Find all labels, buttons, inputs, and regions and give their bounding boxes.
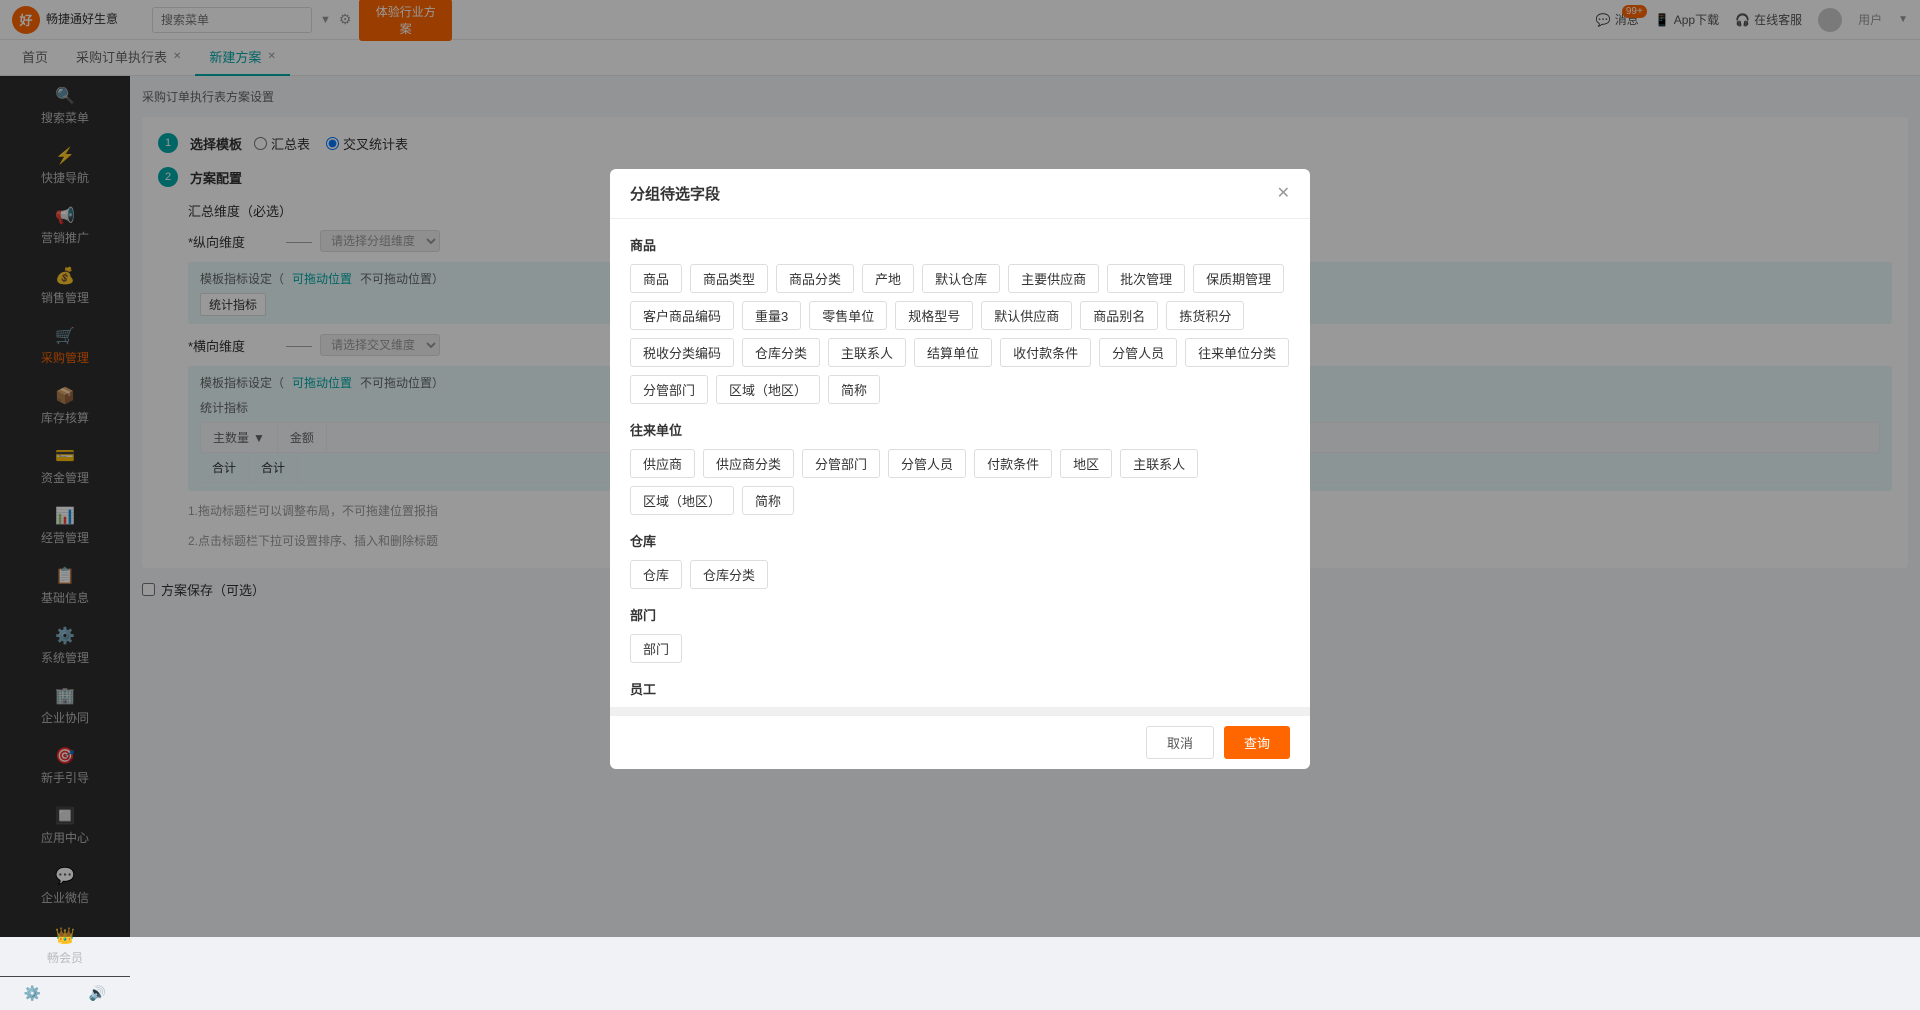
field-chip-dept-mgr2[interactable]: 分管部门 [630,375,708,404]
field-chip-default-warehouse[interactable]: 默认仓库 [922,264,1000,293]
cancel-button[interactable]: 取消 [1146,726,1214,759]
category-department-title: 部门 [630,605,1290,624]
category-goods-title: 商品 [630,235,1290,254]
category-partner-title: 往来单位 [630,420,1290,439]
modal-close-button[interactable]: ✕ [1277,183,1290,203]
department-chips: 部门 [630,634,1290,663]
field-chip-main-supplier[interactable]: 主要供应商 [1008,264,1099,293]
field-chip-spec-model[interactable]: 规格型号 [895,301,973,330]
field-chip-customer-code[interactable]: 客户商品编码 [630,301,734,330]
field-chip-warehouse-category[interactable]: 仓库分类 [742,338,820,367]
field-chip-short-name-goods[interactable]: 简称 [828,375,880,404]
field-chip-supplier[interactable]: 供应商 [630,449,695,478]
field-chip-retail-unit[interactable]: 零售单位 [809,301,887,330]
category-warehouse: 仓库 仓库 仓库分类 [630,531,1290,589]
field-chip-settlement-unit[interactable]: 结算单位 [914,338,992,367]
field-chip-default-supplier[interactable]: 默认供应商 [981,301,1072,330]
category-department: 部门 部门 [630,605,1290,663]
field-chip-goods[interactable]: 商品 [630,264,682,293]
category-employee: 员工 业务员 [630,679,1290,707]
modal-footer: 取消 查询 [610,715,1310,769]
field-chip-dept-partner[interactable]: 分管部门 [802,449,880,478]
field-chip-dept-manager[interactable]: 分管人员 [1099,338,1177,367]
modal-scroll-bar[interactable] [610,707,1310,715]
field-chip-person-partner[interactable]: 分管人员 [888,449,966,478]
modal-header: 分组待选字段 ✕ [610,169,1310,219]
field-chip-main-contact-partner[interactable]: 主联系人 [1120,449,1198,478]
field-chip-dept[interactable]: 部门 [630,634,682,663]
field-chip-tax-code[interactable]: 税收分类编码 [630,338,734,367]
sidebar-settings-icon[interactable]: ⚙️ [24,985,41,1002]
category-employee-title: 员工 [630,679,1290,698]
partner-chips: 供应商 供应商分类 分管部门 分管人员 付款条件 地区 主联系人 区域（地区） … [630,449,1290,515]
confirm-button[interactable]: 查询 [1224,726,1290,759]
field-chip-partner-type[interactable]: 往来单位分类 [1185,338,1289,367]
field-chip-weight3[interactable]: 重量3 [742,301,801,330]
field-chip-warehouse[interactable]: 仓库 [630,560,682,589]
field-selection-modal: 分组待选字段 ✕ 商品 商品 商品类型 商品分类 产地 默认仓库 主要供应商 批… [610,169,1310,769]
field-chip-batch-mgmt[interactable]: 批次管理 [1107,264,1185,293]
modal-overlay: 分组待选字段 ✕ 商品 商品 商品类型 商品分类 产地 默认仓库 主要供应商 批… [0,0,1920,937]
sidebar-collapse-icon[interactable]: 🔊 [89,985,106,1002]
field-chip-region-goods[interactable]: 区域（地区） [716,375,820,404]
field-chip-warehouse-cat[interactable]: 仓库分类 [690,560,768,589]
field-chip-supplier-category[interactable]: 供应商分类 [703,449,794,478]
field-chip-payment-cond[interactable]: 付款条件 [974,449,1052,478]
field-chip-main-contact[interactable]: 主联系人 [828,338,906,367]
field-chip-payment-terms[interactable]: 收付款条件 [1000,338,1091,367]
field-chip-pick-points[interactable]: 拣货积分 [1166,301,1244,330]
warehouse-chips: 仓库 仓库分类 [630,560,1290,589]
field-chip-goods-alias[interactable]: 商品别名 [1080,301,1158,330]
field-chip-region-area-partner[interactable]: 区域（地区） [630,486,734,515]
field-chip-shelf-life[interactable]: 保质期管理 [1193,264,1284,293]
modal-title: 分组待选字段 [630,183,720,204]
field-chip-goods-type[interactable]: 商品类型 [690,264,768,293]
modal-body: 商品 商品 商品类型 商品分类 产地 默认仓库 主要供应商 批次管理 保质期管理… [610,219,1310,707]
field-chip-region-partner[interactable]: 地区 [1060,449,1112,478]
category-warehouse-title: 仓库 [630,531,1290,550]
field-chip-short-name-partner[interactable]: 简称 [742,486,794,515]
category-goods: 商品 商品 商品类型 商品分类 产地 默认仓库 主要供应商 批次管理 保质期管理… [630,235,1290,404]
category-partner: 往来单位 供应商 供应商分类 分管部门 分管人员 付款条件 地区 主联系人 区域… [630,420,1290,515]
field-chip-goods-category[interactable]: 商品分类 [776,264,854,293]
sidebar-bottom: ⚙️ 🔊 [0,976,130,1010]
goods-chips: 商品 商品类型 商品分类 产地 默认仓库 主要供应商 批次管理 保质期管理 客户… [630,264,1290,404]
field-chip-origin[interactable]: 产地 [862,264,914,293]
